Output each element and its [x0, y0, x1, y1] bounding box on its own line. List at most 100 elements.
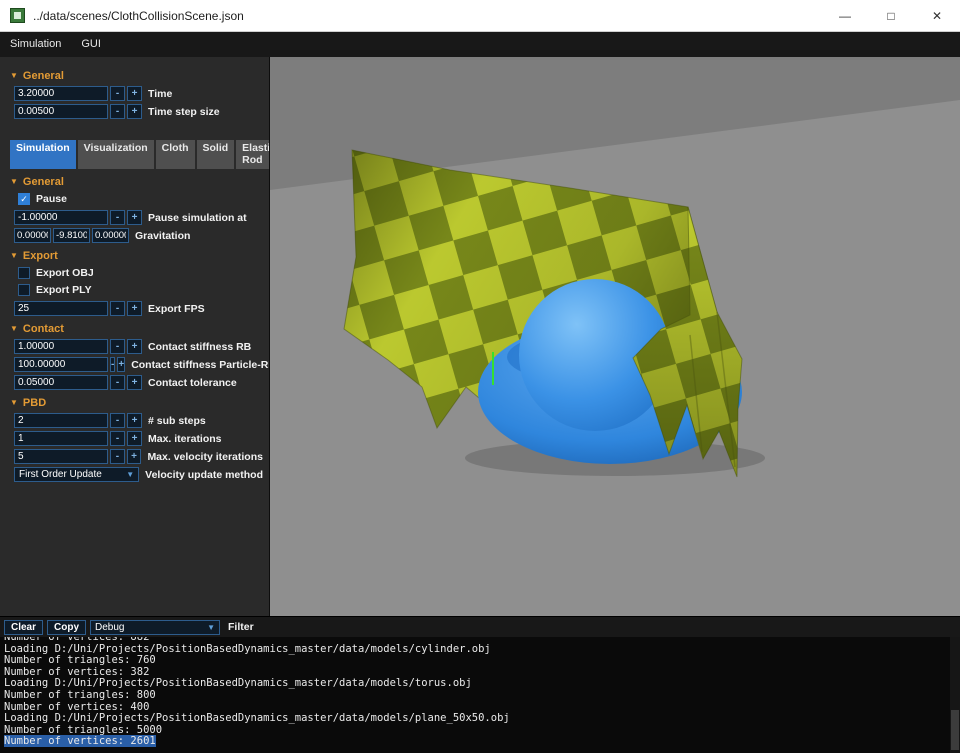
- log-scrollbar-thumb[interactable]: [951, 710, 959, 750]
- velocity-update-row: First Order Update ▼ Velocity update met…: [14, 467, 263, 482]
- sub-steps-input[interactable]: [14, 413, 108, 428]
- menubar: Simulation GUI: [0, 32, 960, 57]
- export-ply-label: Export PLY: [36, 284, 92, 296]
- app-icon: [10, 8, 25, 23]
- log-toolbar: Clear Copy Debug ▼ Filter: [0, 616, 960, 637]
- parameter-tabs: Simulation Visualization Cloth Solid Ela…: [10, 140, 263, 169]
- max-iterations-increment-button[interactable]: +: [127, 431, 142, 446]
- velocity-update-value: First Order Update: [19, 469, 102, 480]
- time-input[interactable]: [14, 86, 108, 101]
- max-velocity-iterations-decrement-button[interactable]: -: [110, 449, 125, 464]
- minimize-button[interactable]: —: [822, 0, 868, 31]
- tab-cloth[interactable]: Cloth: [156, 140, 195, 169]
- time-decrement-button[interactable]: -: [110, 86, 125, 101]
- sub-steps-label: # sub steps: [148, 415, 206, 427]
- section-header-export[interactable]: ▼ Export: [10, 250, 263, 262]
- viewport-3d[interactable]: [270, 57, 960, 616]
- export-ply-row[interactable]: Export PLY: [18, 284, 263, 296]
- section-title: General: [23, 70, 64, 82]
- gravitation-y-input[interactable]: [53, 228, 90, 243]
- max-velocity-iterations-increment-button[interactable]: +: [127, 449, 142, 464]
- tab-simulation[interactable]: Simulation: [10, 140, 76, 169]
- contact-tolerance-label: Contact tolerance: [148, 377, 237, 389]
- section-header-contact[interactable]: ▼ Contact: [10, 323, 263, 335]
- pause-at-increment-button[interactable]: +: [127, 210, 142, 225]
- collapse-arrow-icon: ▼: [10, 72, 18, 80]
- app-window: ../data/scenes/ClothCollisionScene.json …: [0, 0, 960, 753]
- log-scrollbar[interactable]: [950, 637, 960, 753]
- velocity-update-dropdown[interactable]: First Order Update ▼: [14, 467, 139, 482]
- maximize-button[interactable]: □: [868, 0, 914, 31]
- menu-gui[interactable]: GUI: [71, 32, 111, 57]
- export-ply-checkbox-icon[interactable]: [18, 284, 30, 296]
- section-title: Export: [23, 250, 58, 262]
- log-output[interactable]: Number of vertices: 882 Loading D:/Uni/P…: [0, 637, 960, 753]
- sub-steps-increment-button[interactable]: +: [127, 413, 142, 428]
- log-line-selected[interactable]: Number of vertices: 2601: [4, 736, 960, 748]
- pause-checkbox-row[interactable]: ✓ Pause: [18, 193, 263, 205]
- export-fps-increment-button[interactable]: +: [127, 301, 142, 316]
- contact-tolerance-decrement-button[interactable]: -: [110, 375, 125, 390]
- contact-tolerance-input[interactable]: [14, 375, 108, 390]
- max-iterations-row: - + Max. iterations: [14, 431, 263, 446]
- chevron-down-icon: ▼: [126, 470, 134, 479]
- chevron-down-icon: ▼: [207, 623, 215, 632]
- max-velocity-iterations-input[interactable]: [14, 449, 108, 464]
- main-content: ▼ General - + Time - + Time step size Si…: [0, 57, 960, 616]
- sub-steps-decrement-button[interactable]: -: [110, 413, 125, 428]
- tab-solid[interactable]: Solid: [197, 140, 235, 169]
- pause-at-row: - + Pause simulation at: [14, 210, 263, 225]
- tab-visualization[interactable]: Visualization: [78, 140, 154, 169]
- max-velocity-iterations-row: - + Max. velocity iterations: [14, 449, 263, 464]
- contact-stiffness-particle-decrement-button[interactable]: -: [110, 357, 115, 372]
- collapse-arrow-icon: ▼: [10, 325, 18, 333]
- time-step-label: Time step size: [148, 106, 220, 118]
- collapse-arrow-icon: ▼: [10, 178, 18, 186]
- contact-stiffness-rb-decrement-button[interactable]: -: [110, 339, 125, 354]
- section-header-sim-general[interactable]: ▼ General: [10, 176, 263, 188]
- window-title: ../data/scenes/ClothCollisionScene.json: [33, 9, 244, 23]
- contact-stiffness-particle-input[interactable]: [14, 357, 108, 372]
- contact-tolerance-increment-button[interactable]: +: [127, 375, 142, 390]
- log-level-value: Debug: [95, 622, 124, 633]
- export-obj-checkbox-icon[interactable]: [18, 267, 30, 279]
- export-fps-input[interactable]: [14, 301, 108, 316]
- contact-stiffness-rb-input[interactable]: [14, 339, 108, 354]
- time-step-row: - + Time step size: [14, 104, 263, 119]
- collapse-arrow-icon: ▼: [10, 399, 18, 407]
- time-step-increment-button[interactable]: +: [127, 104, 142, 119]
- export-fps-decrement-button[interactable]: -: [110, 301, 125, 316]
- menu-simulation[interactable]: Simulation: [0, 32, 71, 57]
- contact-stiffness-rb-row: - + Contact stiffness RB: [14, 339, 263, 354]
- gravitation-z-input[interactable]: [92, 228, 129, 243]
- time-increment-button[interactable]: +: [127, 86, 142, 101]
- contact-stiffness-particle-increment-button[interactable]: +: [117, 357, 125, 372]
- titlebar: ../data/scenes/ClothCollisionScene.json …: [0, 0, 960, 32]
- log-level-dropdown[interactable]: Debug ▼: [90, 620, 220, 635]
- export-obj-row[interactable]: Export OBJ: [18, 267, 263, 279]
- gravitation-label: Gravitation: [135, 230, 190, 242]
- log-lines: Number of vertices: 882 Loading D:/Uni/P…: [4, 637, 960, 748]
- gravitation-x-input[interactable]: [14, 228, 51, 243]
- section-header-general-top[interactable]: ▼ General: [10, 70, 263, 82]
- close-button[interactable]: ✕: [914, 0, 960, 31]
- tab-elastic-rod[interactable]: Elastic Rod: [236, 140, 270, 169]
- max-iterations-label: Max. iterations: [148, 433, 222, 445]
- contact-stiffness-rb-increment-button[interactable]: +: [127, 339, 142, 354]
- contact-stiffness-particle-row: - + Contact stiffness Particle-RB: [14, 357, 263, 372]
- pause-at-decrement-button[interactable]: -: [110, 210, 125, 225]
- pause-checkbox-icon[interactable]: ✓: [18, 193, 30, 205]
- max-iterations-input[interactable]: [14, 431, 108, 446]
- copy-log-button[interactable]: Copy: [47, 620, 86, 635]
- log-line: Number of triangles: 800: [4, 690, 960, 702]
- clear-log-button[interactable]: Clear: [4, 620, 43, 635]
- export-fps-row: - + Export FPS: [14, 301, 263, 316]
- time-step-decrement-button[interactable]: -: [110, 104, 125, 119]
- pause-at-input[interactable]: [14, 210, 108, 225]
- gravitation-row: Gravitation: [14, 228, 263, 243]
- sub-steps-row: - + # sub steps: [14, 413, 263, 428]
- time-step-input[interactable]: [14, 104, 108, 119]
- section-header-pbd[interactable]: ▼ PBD: [10, 397, 263, 409]
- contact-stiffness-rb-label: Contact stiffness RB: [148, 341, 251, 353]
- max-iterations-decrement-button[interactable]: -: [110, 431, 125, 446]
